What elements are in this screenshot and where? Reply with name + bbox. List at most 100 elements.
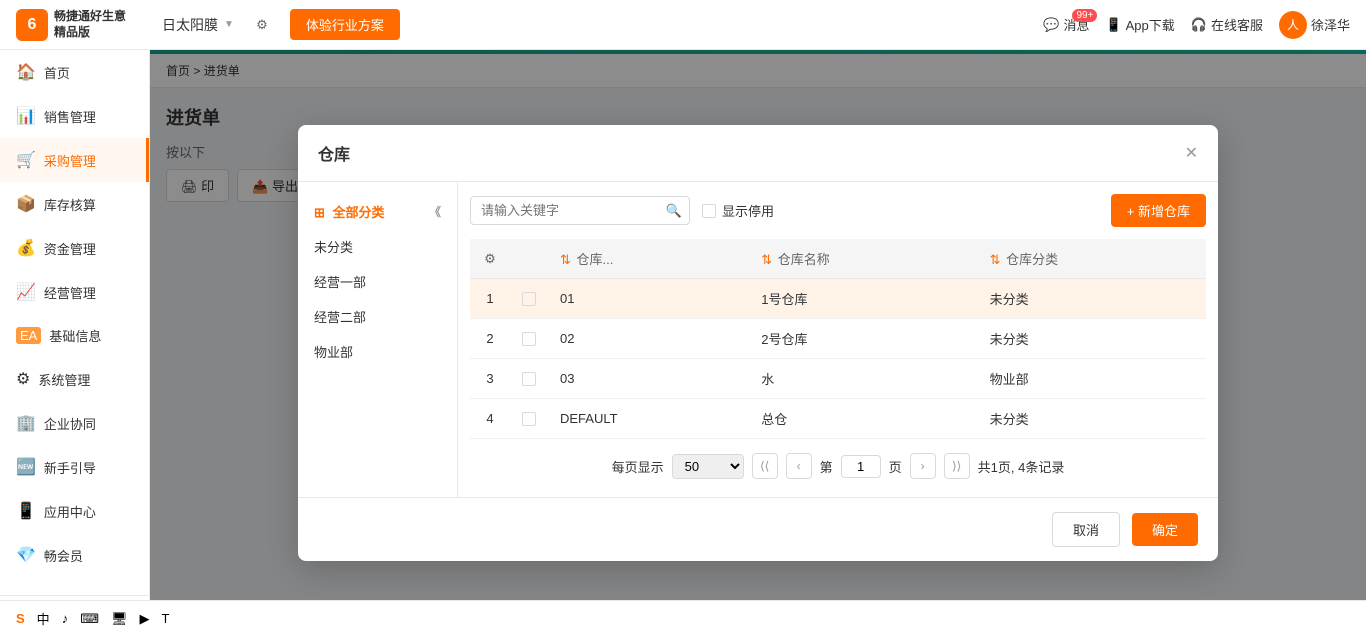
bottom-screen-icon[interactable]: 🖥 — [111, 611, 128, 627]
col-code[interactable]: ⇅ 仓库... — [548, 239, 749, 279]
row-check[interactable] — [510, 399, 548, 439]
col-category[interactable]: ⇅ 仓库分类 — [978, 239, 1206, 279]
logo-area: 6 畅捷通好生意 精品版 — [16, 9, 126, 41]
sidebar-item-enterprise[interactable]: 🏢 企业协同 — [0, 401, 149, 445]
settings-button[interactable]: ⚙ — [246, 9, 278, 41]
table-row[interactable]: 3 03 水 物业部 — [470, 359, 1206, 399]
row-code: 01 — [548, 279, 749, 319]
bottom-t-icon[interactable]: T — [161, 611, 169, 626]
col-settings: ⚙ — [470, 239, 510, 279]
warehouse-panel: 🔍 显示停用 + 新增仓库 — [458, 182, 1218, 497]
sidebar-item-system[interactable]: ⚙ 系统管理 — [0, 357, 149, 401]
all-categories-header[interactable]: ⊞ 全部分类 《 — [298, 194, 457, 229]
page-next-btn[interactable]: › — [910, 453, 936, 479]
add-warehouse-btn[interactable]: + 新增仓库 — [1111, 194, 1206, 227]
sidebar-item-home[interactable]: 🏠 首页 — [0, 50, 149, 94]
row-num: 4 — [470, 399, 510, 439]
show-disabled-checkbox[interactable] — [702, 204, 716, 218]
sidebar-item-sales-label: 销售管理 — [44, 107, 96, 126]
guide-icon: 🆕 — [16, 457, 36, 477]
sales-icon: 📊 — [16, 106, 36, 126]
all-categories-label: ⊞ 全部分类 — [314, 202, 385, 221]
sidebar-item-guide[interactable]: 🆕 新手引导 — [0, 445, 149, 489]
row-check[interactable] — [510, 279, 548, 319]
row-category: 未分类 — [978, 319, 1206, 359]
sidebar-item-appstore[interactable]: 📱 应用中心 — [0, 489, 149, 533]
category-panel: ⊞ 全部分类 《 未分类 经营一部 经营二部 物业部 — [298, 182, 458, 497]
basic-icon: EA — [16, 327, 41, 344]
row-check[interactable] — [510, 319, 548, 359]
page-prev-btn[interactable]: ‹ — [786, 453, 812, 479]
sidebar-item-enterprise-label: 企业协同 — [44, 414, 96, 433]
collapse-btn[interactable]: 《 — [429, 203, 441, 220]
row-code: DEFAULT — [548, 399, 749, 439]
row-num: 3 — [470, 359, 510, 399]
sidebar-item-home-label: 首页 — [44, 63, 70, 82]
service-btn[interactable]: 🎧 在线客服 — [1191, 15, 1263, 34]
category-item-ops2[interactable]: 经营二部 — [298, 299, 457, 334]
phone-icon: 📱 — [1105, 17, 1121, 33]
page-number-input[interactable] — [841, 455, 881, 478]
content-area: 首页 > 进货单 进货单 按以下 🖨 印 📤 导出 🔄 刷新 查询 设置 仓库 — [150, 50, 1366, 636]
sidebar-item-inventory[interactable]: 📦 库存核算 — [0, 182, 149, 226]
bottom-note-icon[interactable]: ♪ — [62, 611, 69, 626]
user-name: 徐泽华 — [1311, 15, 1350, 34]
header-right: 💬 消息 99+ 📱 App下载 🎧 在线客服 人 徐泽华 — [1043, 11, 1350, 39]
sidebar-item-basic[interactable]: EA 基础信息 — [0, 314, 149, 357]
sidebar: 🏠 首页 📊 销售管理 🛒 采购管理 📦 库存核算 💰 资金管理 📈 经营管理 … — [0, 50, 150, 636]
service-label: 在线客服 — [1211, 15, 1263, 34]
category-item-uncat[interactable]: 未分类 — [298, 229, 457, 264]
table-row[interactable]: 2 02 2号仓库 未分类 — [470, 319, 1206, 359]
inventory-icon: 📦 — [16, 194, 36, 214]
col-name[interactable]: ⇅ 仓库名称 — [749, 239, 977, 279]
row-name: 总仓 — [749, 399, 977, 439]
sidebar-item-purchase-label: 采购管理 — [44, 151, 96, 170]
table-row[interactable]: 1 01 1号仓库 未分类 — [470, 279, 1206, 319]
pagination: 每页显示 50 100 ⟨⟨ ‹ 第 页 › ⟩⟩ — [470, 439, 1206, 485]
user-menu[interactable]: 人 徐泽华 — [1279, 11, 1350, 39]
warehouse-table: ⚙ ⇅ 仓库... ⇅ 仓库名称 — [470, 239, 1206, 439]
sidebar-item-purchase[interactable]: 🛒 采购管理 — [0, 138, 149, 182]
bottom-keyboard-icon[interactable]: ⌨ — [80, 611, 99, 627]
page-last-btn[interactable]: ⟩⟩ — [944, 453, 970, 479]
col-check — [510, 239, 548, 279]
warehouse-modal: 仓库 ✕ ⊞ 全部分类 《 未分类 — [298, 125, 1218, 561]
sidebar-item-member[interactable]: 💎 畅会员 — [0, 533, 149, 577]
per-page-select[interactable]: 50 100 — [672, 454, 744, 479]
message-btn[interactable]: 💬 消息 99+ — [1043, 15, 1089, 34]
sidebar-item-sales[interactable]: 📊 销售管理 — [0, 94, 149, 138]
category-item-ops1[interactable]: 经营一部 — [298, 264, 457, 299]
search-input[interactable] — [470, 196, 690, 225]
row-checkbox[interactable] — [522, 412, 536, 426]
row-name: 水 — [749, 359, 977, 399]
bottom-zh-icon[interactable]: 中 — [37, 609, 50, 628]
cancel-button[interactable]: 取消 — [1052, 512, 1120, 547]
trial-btn[interactable]: 体验行业方案 — [290, 9, 400, 40]
bottom-play-icon[interactable]: ▶ — [139, 611, 149, 627]
app-download-btn[interactable]: 📱 App下载 — [1105, 15, 1174, 34]
table-row[interactable]: 4 DEFAULT 总仓 未分类 — [470, 399, 1206, 439]
brand-text: 畅捷通好生意 精品版 — [54, 9, 126, 40]
category-item-property[interactable]: 物业部 — [298, 334, 457, 369]
row-code: 02 — [548, 319, 749, 359]
top-header: 6 畅捷通好生意 精品版 日太阳膜 ▼ ⚙ 体验行业方案 💬 消息 99+ 📱 … — [0, 0, 1366, 50]
sidebar-item-basic-label: 基础信息 — [49, 326, 101, 345]
modal-close-button[interactable]: ✕ — [1185, 143, 1198, 163]
store-dropdown-arrow: ▼ — [224, 19, 234, 30]
sort-category-icon: ⇅ — [990, 252, 1001, 267]
row-checkbox[interactable] — [522, 292, 536, 306]
row-code: 03 — [548, 359, 749, 399]
page-first-btn[interactable]: ⟨⟨ — [752, 453, 778, 479]
row-check[interactable] — [510, 359, 548, 399]
sidebar-item-guide-label: 新手引导 — [44, 458, 96, 477]
message-badge: 99+ — [1072, 9, 1097, 22]
row-checkbox[interactable] — [522, 332, 536, 346]
row-checkbox[interactable] — [522, 372, 536, 386]
store-selector[interactable]: 日太阳膜 ▼ — [162, 15, 234, 35]
page-unit: 页 — [889, 457, 902, 476]
sidebar-item-finance[interactable]: 💰 资金管理 — [0, 226, 149, 270]
sidebar-item-operation[interactable]: 📈 经营管理 — [0, 270, 149, 314]
enterprise-icon: 🏢 — [16, 413, 36, 433]
row-name: 1号仓库 — [749, 279, 977, 319]
confirm-button[interactable]: 确定 — [1132, 513, 1198, 546]
